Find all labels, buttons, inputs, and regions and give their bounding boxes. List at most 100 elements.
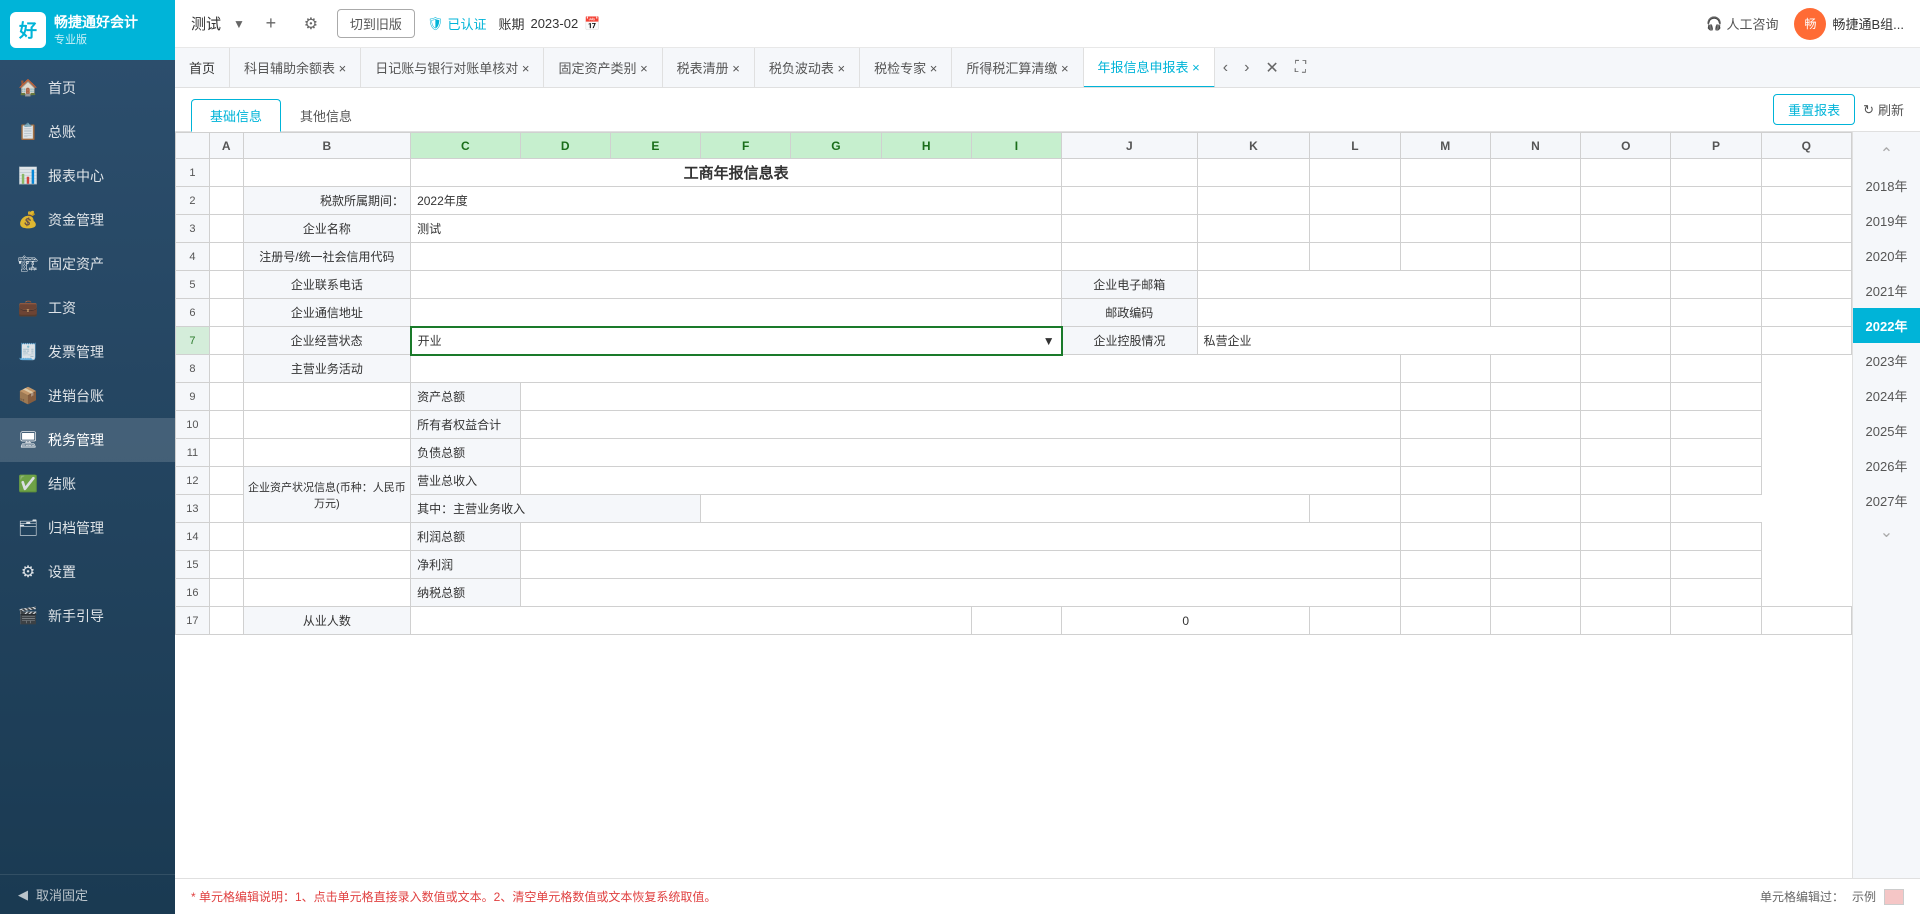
cell-15-C[interactable]: 净利润 [411, 551, 520, 579]
col-header-F[interactable]: F [701, 133, 791, 159]
cell-4-O[interactable] [1581, 243, 1671, 271]
cell-6-P[interactable] [1671, 299, 1761, 327]
cell-11-Q[interactable] [1671, 439, 1761, 467]
cell-4-B[interactable]: 注册号/统一社会信用代码 [243, 243, 410, 271]
cell-1-P[interactable] [1671, 159, 1761, 187]
cell-4-A[interactable] [209, 243, 243, 271]
cell-8-P[interactable] [1581, 355, 1671, 383]
cell-15-A[interactable] [209, 551, 243, 579]
year-item-2026[interactable]: 2026年 [1853, 448, 1920, 483]
cell-10-A[interactable] [209, 411, 243, 439]
cell-10-O[interactable] [1490, 411, 1580, 439]
year-item-2020[interactable]: 2020年 [1853, 238, 1920, 273]
sidebar-item-tax[interactable]: 🖥 税务管理 [0, 418, 175, 462]
cell-4-K[interactable] [1197, 243, 1310, 271]
cell-1-O[interactable] [1581, 159, 1671, 187]
cell-12-B[interactable]: 企业资产状况信息(币种：人民币万元) [243, 467, 410, 523]
cell-6-A[interactable] [209, 299, 243, 327]
tab-close-all-button[interactable]: ✕ [1257, 48, 1286, 88]
cell-7-C-dropdown[interactable]: 开业 ▼ [411, 327, 1062, 355]
cell-14-O[interactable] [1490, 523, 1580, 551]
tab-annualreport[interactable]: 年报信息申报表 × [1084, 48, 1215, 88]
cell-5-B[interactable]: 企业联系电话 [243, 271, 410, 299]
cell-14-N[interactable] [1400, 523, 1490, 551]
cell-1-B[interactable] [243, 159, 410, 187]
cell-3-M[interactable] [1400, 215, 1490, 243]
cell-17-L[interactable] [1310, 607, 1400, 635]
tab-aux[interactable]: 科目辅助余额表 × [230, 48, 361, 88]
cell-11-A[interactable] [209, 439, 243, 467]
cell-5-K[interactable] [1197, 271, 1490, 299]
tab-taxwave[interactable]: 税负波动表 × [755, 48, 860, 88]
cell-15-B[interactable] [243, 551, 410, 579]
cell-5-O[interactable] [1581, 271, 1671, 299]
cell-1-A[interactable] [209, 159, 243, 187]
cell-16-O[interactable] [1490, 579, 1580, 607]
cell-9-N[interactable] [1400, 383, 1490, 411]
col-header-I[interactable]: I [971, 133, 1061, 159]
cell-15-P[interactable] [1581, 551, 1671, 579]
cell-10-C[interactable]: 所有者权益合计 [411, 411, 520, 439]
cell-8-N[interactable] [1400, 355, 1490, 383]
cell-9-D[interactable] [520, 383, 1400, 411]
col-header-Q[interactable]: Q [1761, 133, 1851, 159]
sidebar-item-wage[interactable]: 💼 工资 [0, 286, 175, 330]
cell-11-B[interactable] [243, 439, 410, 467]
cell-4-M[interactable] [1400, 243, 1490, 271]
cell-7-A[interactable] [209, 327, 243, 355]
cell-1-N[interactable] [1490, 159, 1580, 187]
col-header-M[interactable]: M [1400, 133, 1490, 159]
cell-1-M[interactable] [1400, 159, 1490, 187]
cell-12-N[interactable] [1400, 467, 1490, 495]
spreadsheet-scroll[interactable]: A B C D E F G H I J K L [175, 132, 1852, 878]
cell-4-Q[interactable] [1761, 243, 1851, 271]
tab-expand-button[interactable]: ⛶ [1287, 48, 1314, 88]
cell-3-L[interactable] [1310, 215, 1400, 243]
cell-13-Q[interactable] [1581, 495, 1671, 523]
cell-9-O[interactable] [1490, 383, 1580, 411]
cell-1-Q[interactable] [1761, 159, 1851, 187]
sidebar-item-inventory[interactable]: 📦 进销台账 [0, 374, 175, 418]
cell-4-N[interactable] [1490, 243, 1580, 271]
cell-5-A[interactable] [209, 271, 243, 299]
cell-4-L[interactable] [1310, 243, 1400, 271]
cell-3-B[interactable]: 企业名称 [243, 215, 410, 243]
cell-3-K[interactable] [1197, 215, 1310, 243]
cell-16-C[interactable]: 纳税总额 [411, 579, 520, 607]
col-header-G[interactable]: G [791, 133, 881, 159]
cell-9-B[interactable] [243, 383, 410, 411]
cell-3-C[interactable]: 测试 [411, 215, 1062, 243]
year-item-2025[interactable]: 2025年 [1853, 413, 1920, 448]
cell-16-Q[interactable] [1671, 579, 1761, 607]
cell-7-Q[interactable] [1761, 327, 1851, 355]
cell-7-P[interactable] [1671, 327, 1761, 355]
cell-10-B[interactable] [243, 411, 410, 439]
cell-6-K[interactable] [1197, 299, 1490, 327]
cell-6-C[interactable] [411, 299, 1062, 327]
cell-17-J[interactable]: 0 [1062, 607, 1310, 635]
cell-16-D[interactable] [520, 579, 1400, 607]
cell-7-B[interactable]: 企业经营状态 [243, 327, 410, 355]
cell-15-Q[interactable] [1671, 551, 1761, 579]
cell-9-P[interactable] [1581, 383, 1671, 411]
cell-6-J[interactable]: 邮政编码 [1062, 299, 1197, 327]
year-item-2023[interactable]: 2023年 [1853, 343, 1920, 378]
cell-2-C[interactable]: 2022年度 [411, 187, 1062, 215]
year-item-2024[interactable]: 2024年 [1853, 378, 1920, 413]
cell-12-O[interactable] [1490, 467, 1580, 495]
cell-11-N[interactable] [1400, 439, 1490, 467]
col-header-K[interactable]: K [1197, 133, 1310, 159]
sidebar-item-report[interactable]: 📊 报表中心 [0, 154, 175, 198]
tab-prev-button[interactable]: ‹ [1215, 48, 1236, 88]
refresh-button[interactable]: ↻ 刷新 [1863, 100, 1904, 119]
reset-report-button[interactable]: 重置报表 [1773, 94, 1855, 125]
cell-16-B[interactable] [243, 579, 410, 607]
cell-11-P[interactable] [1581, 439, 1671, 467]
cell-2-O[interactable] [1581, 187, 1671, 215]
cell-12-Q[interactable] [1671, 467, 1761, 495]
cell-15-D[interactable] [520, 551, 1400, 579]
col-header-C[interactable]: C [411, 133, 520, 159]
cell-3-A[interactable] [209, 215, 243, 243]
col-header-A[interactable]: A [209, 133, 243, 159]
cell-17-O[interactable] [1581, 607, 1671, 635]
